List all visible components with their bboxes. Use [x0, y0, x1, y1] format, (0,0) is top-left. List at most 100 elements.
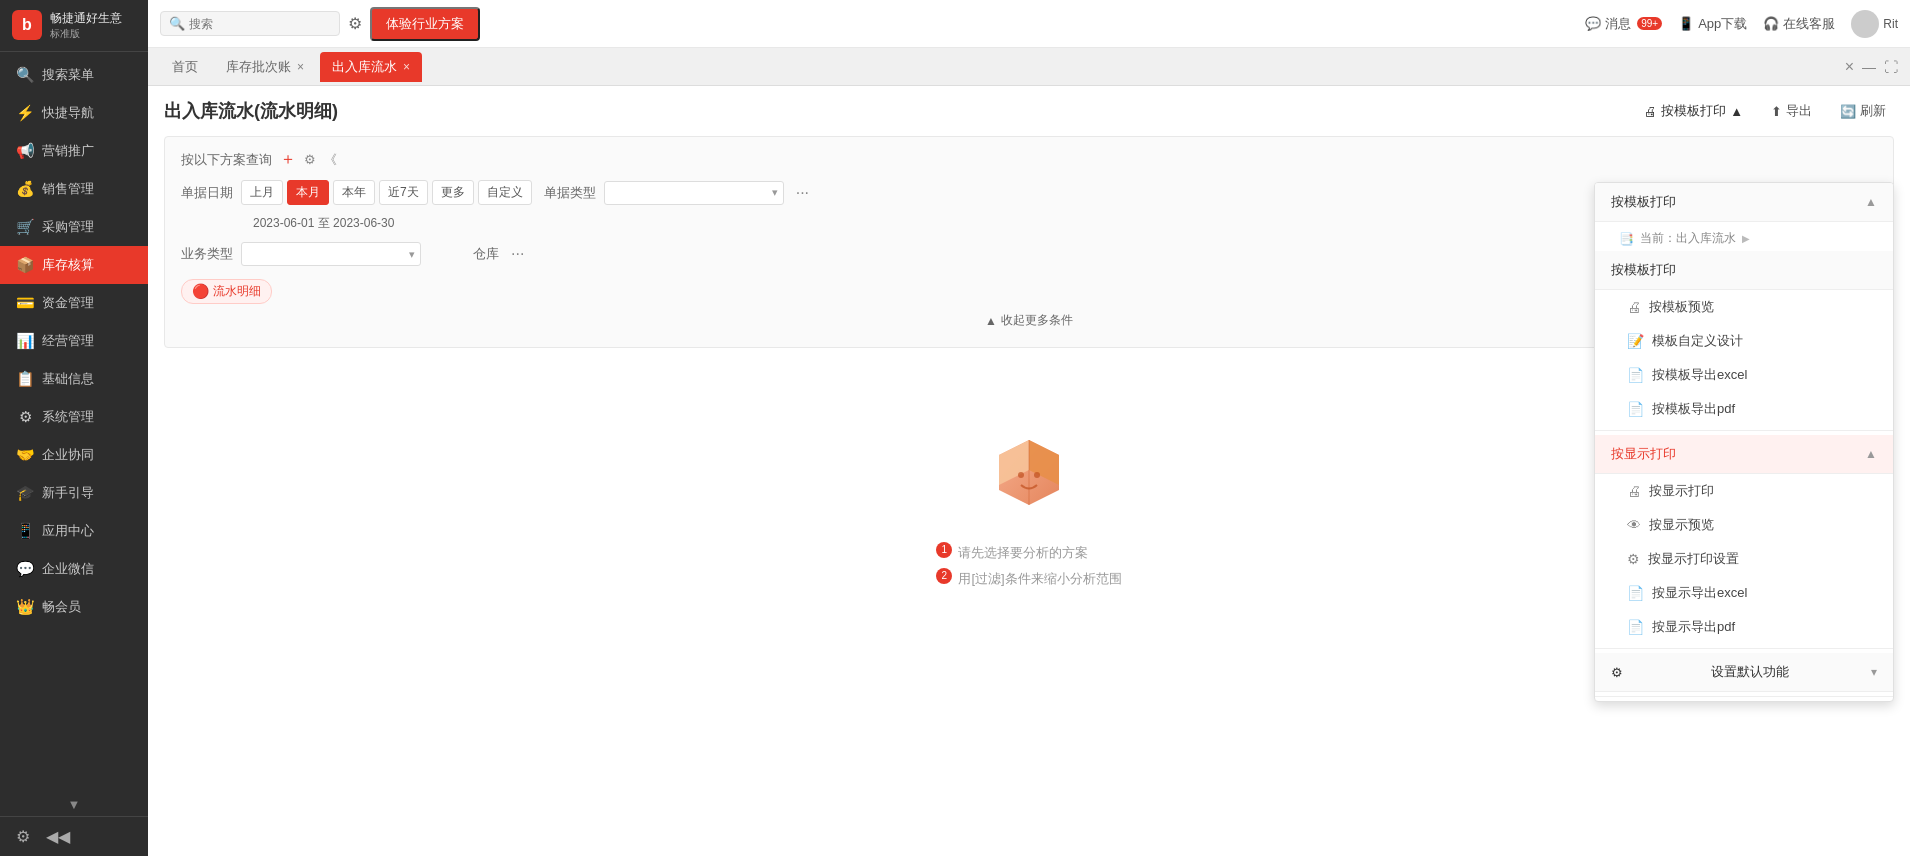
dropdown-item-display_preview[interactable]: 👁按显示预览: [1595, 508, 1893, 542]
doc-type-more-btn[interactable]: ···: [792, 184, 813, 202]
empty-hints: 1 请先选择要分析的方案 2 用[过滤]条件来缩小分析范围: [936, 540, 1121, 592]
dropdown-section-template_print[interactable]: 按模板打印: [1595, 251, 1893, 290]
sidebar-item-wechat[interactable]: 💬企业微信: [0, 550, 148, 588]
date-pill-last7[interactable]: 近7天: [379, 180, 428, 205]
sidebar-item-label-inventory: 库存核算: [42, 256, 94, 274]
settings-icon[interactable]: ⚙: [16, 827, 30, 846]
active-filter-tag[interactable]: 🔴 流水明细: [181, 279, 272, 304]
date-pill-more[interactable]: 更多: [432, 180, 474, 205]
user-info[interactable]: Rit: [1851, 10, 1898, 38]
export-btn[interactable]: ⬆ 导出: [1763, 98, 1820, 124]
display_export_pdf-label: 按显示导出pdf: [1652, 618, 1735, 636]
sidebar-item-label-search: 搜索菜单: [42, 66, 94, 84]
sidebar-item-basic[interactable]: 📋基础信息: [0, 360, 148, 398]
message-btn[interactable]: 💬 消息 99+: [1585, 15, 1662, 33]
dropdown-item-template_export_excel[interactable]: 📄按模板导出excel: [1595, 358, 1893, 392]
filter-add-btn[interactable]: ＋: [280, 149, 296, 170]
app-download-btn[interactable]: 📱 App下载: [1678, 15, 1747, 33]
dropdown-item-display_print_item[interactable]: 🖨按显示打印: [1595, 474, 1893, 508]
business-type-select[interactable]: [241, 242, 421, 266]
sidebar-item-guide[interactable]: 🎓新手引导: [0, 474, 148, 512]
template_customize-icon: 📝: [1627, 333, 1644, 349]
customer-service-btn[interactable]: 🎧 在线客服: [1763, 15, 1835, 33]
tab-home[interactable]: 首页: [160, 52, 210, 82]
doc-type-select-wrap: [604, 181, 784, 205]
display_print_settings-icon: ⚙: [1627, 551, 1640, 567]
sidebar-item-label-system: 系统管理: [42, 408, 94, 426]
search-input[interactable]: [189, 17, 309, 31]
sidebar-item-label-purchase: 采购管理: [42, 218, 94, 236]
trial-btn[interactable]: 体验行业方案: [370, 7, 480, 41]
sidebar-item-operation[interactable]: 📊经营管理: [0, 322, 148, 360]
doc-type-select[interactable]: [604, 181, 784, 205]
gear-icon[interactable]: ⚙: [348, 14, 362, 33]
sidebar-item-search[interactable]: 🔍 搜索菜单: [0, 56, 148, 94]
guide-icon: 🎓: [16, 484, 34, 502]
dropdown-item-display_export_pdf[interactable]: 📄按显示导出pdf: [1595, 610, 1893, 644]
dropdown-header[interactable]: 按模板打印▲: [1595, 183, 1893, 222]
sidebar-item-appcenter[interactable]: 📱应用中心: [0, 512, 148, 550]
dropdown-item-template_customize[interactable]: 📝 模板自定义设计: [1595, 324, 1893, 358]
shortcuts-icon: ⚡: [16, 104, 34, 122]
avatar: [1851, 10, 1879, 38]
template_customize-label: 模板自定义设计: [1652, 332, 1743, 350]
dropdown-item-template_export_pdf[interactable]: 📄按模板导出pdf: [1595, 392, 1893, 426]
tab-close-batch[interactable]: ×: [297, 60, 304, 74]
filter-label: 按以下方案查询: [181, 151, 272, 169]
tab-flow[interactable]: 出入库流水×: [320, 52, 422, 82]
sidebar-item-finance[interactable]: 💳资金管理: [0, 284, 148, 322]
date-pill-current_month[interactable]: 本月: [287, 180, 329, 205]
date-pill-prev_month[interactable]: 上月: [241, 180, 283, 205]
finance-icon: 💳: [16, 294, 34, 312]
warehouse-label: 仓库: [473, 245, 499, 263]
dropdown-section-default_settings[interactable]: ⚙设置默认功能▾: [1595, 653, 1893, 692]
filter-collapse-icon[interactable]: 《: [324, 151, 337, 169]
dropdown-item-template_preview[interactable]: 🖨 按模板预览: [1595, 290, 1893, 324]
search-icon: 🔍: [16, 66, 34, 84]
sidebar-nav: 🔍 搜索菜单 ⚡快捷导航📢营销推广💰销售管理🛒采购管理📦库存核算💳资金管理📊经营管理…: [0, 52, 148, 793]
dropdown-item-display_export_excel[interactable]: 📄按显示导出excel: [1595, 576, 1893, 610]
refresh-icon: 🔄: [1840, 104, 1856, 119]
sidebar-item-label-member: 畅会员: [42, 598, 81, 616]
warehouse-more-btn[interactable]: ···: [507, 245, 528, 263]
sidebar-item-shortcuts[interactable]: ⚡快捷导航: [0, 94, 148, 132]
business-type-select-wrap: [241, 242, 421, 266]
page-title: 出入库流水(流水明细): [164, 99, 338, 123]
sidebar-scroll-down[interactable]: ▼: [0, 793, 148, 816]
page-content: 出入库流水(流水明细) 🖨 按模板打印 ▲ ⬆ 导出 🔄 刷新: [148, 86, 1910, 856]
search-box[interactable]: 🔍: [160, 11, 340, 36]
refresh-btn[interactable]: 🔄 刷新: [1832, 98, 1894, 124]
current-option-text: 当前：出入库流水: [1640, 230, 1736, 247]
svg-point-4: [1018, 472, 1024, 478]
sidebar-item-system[interactable]: ⚙系统管理: [0, 398, 148, 436]
date-range-display: 2023-06-01 至 2023-06-30: [253, 215, 394, 232]
tab-maximize-icon[interactable]: ⛶: [1884, 59, 1898, 75]
sidebar-logo: b 畅捷通好生意 标准版: [0, 0, 148, 52]
filter-settings-icon[interactable]: ⚙: [304, 152, 316, 167]
tab-close-all-icon[interactable]: ×: [1845, 58, 1854, 76]
tab-label-home: 首页: [172, 58, 198, 76]
template_preview-label: 按模板预览: [1649, 298, 1714, 316]
sidebar-item-purchase[interactable]: 🛒采购管理: [0, 208, 148, 246]
dropdown-divider-display_print: [1595, 648, 1893, 649]
date-pill-current_year[interactable]: 本年: [333, 180, 375, 205]
sidebar-item-inventory[interactable]: 📦库存核算: [0, 246, 148, 284]
collapse-sidebar-icon[interactable]: ◀◀: [46, 827, 70, 846]
sidebar-item-member[interactable]: 👑畅会员: [0, 588, 148, 626]
print-template-btn[interactable]: 🖨 按模板打印 ▲: [1636, 98, 1751, 124]
tab-minimize-icon[interactable]: —: [1862, 59, 1876, 75]
dropdown-section-display_print[interactable]: 按显示打印▲: [1595, 435, 1893, 474]
sidebar-item-cooperation[interactable]: 🤝企业协同: [0, 436, 148, 474]
sidebar-item-sales[interactable]: 💰销售管理: [0, 170, 148, 208]
tab-batch[interactable]: 库存批次账×: [214, 52, 316, 82]
dropdown-item-display_print_settings[interactable]: ⚙按显示打印设置: [1595, 542, 1893, 576]
print-dropdown-panel: 按模板打印▲📑当前：出入库流水▶按模板打印🖨按模板预览📝模板自定义设计📄按模板导…: [1594, 182, 1894, 702]
date-pill-custom[interactable]: 自定义: [478, 180, 532, 205]
tab-close-flow[interactable]: ×: [403, 60, 410, 74]
sidebar-item-marketing[interactable]: 📢营销推广: [0, 132, 148, 170]
dropdown-title: 按模板打印: [1611, 193, 1676, 211]
operation-icon: 📊: [16, 332, 34, 350]
template_preview-icon: 🖨: [1627, 299, 1641, 315]
wechat-icon: 💬: [16, 560, 34, 578]
export-label: 导出: [1786, 102, 1812, 120]
